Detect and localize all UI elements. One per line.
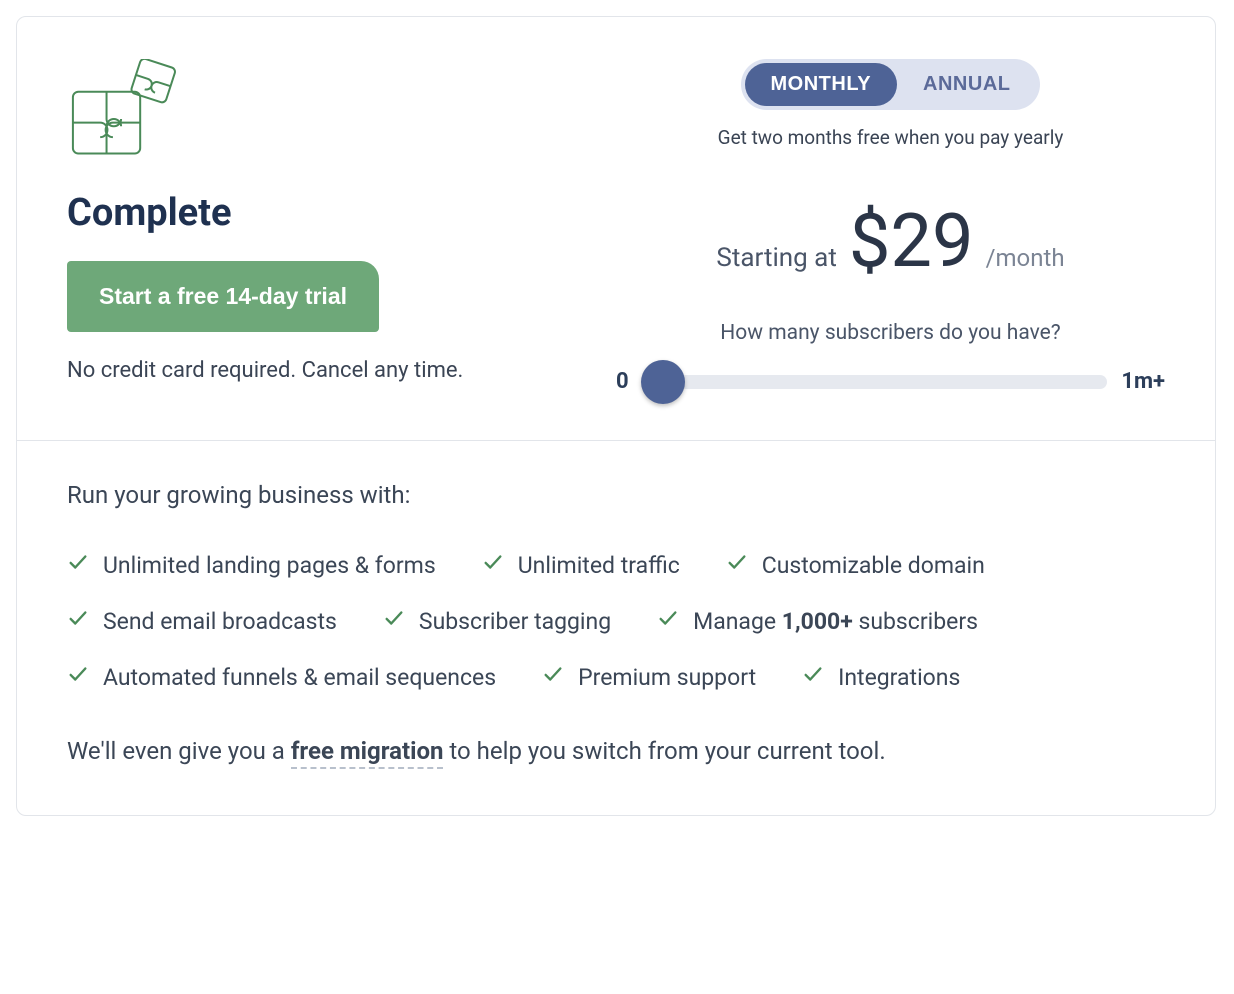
feature-label: Customizable domain: [762, 552, 985, 579]
migration-pre: We'll even give you a: [67, 737, 291, 765]
migration-post: to help you switch from your current too…: [443, 737, 885, 765]
feature-label: Unlimited traffic: [518, 552, 680, 579]
feature-label: Automated funnels & email sequences: [103, 664, 496, 691]
plan-title: Complete: [67, 191, 616, 235]
check-icon: [726, 551, 748, 579]
feature-item: Premium support: [542, 663, 756, 691]
billing-toggle-annual[interactable]: ANNUAL: [897, 63, 1036, 106]
feature-bold: 1,000+: [782, 608, 853, 635]
check-icon: [482, 551, 504, 579]
slider-max-label: 1m+: [1121, 369, 1165, 394]
feature-item: Automated funnels & email sequences: [67, 663, 496, 691]
trial-subtext: No credit card required. Cancel any time…: [67, 358, 616, 383]
feature-item: Customizable domain: [726, 551, 985, 579]
feature-label: Subscriber tagging: [419, 608, 611, 635]
pricing-controls: MONTHLY ANNUAL Get two months free when …: [616, 59, 1165, 394]
feature-item: Subscriber tagging: [383, 607, 611, 635]
annual-hint: Get two months free when you pay yearly: [718, 126, 1064, 149]
features-list: Unlimited landing pages & forms Unlimited…: [67, 523, 1165, 691]
feature-label: Manage 1,000+ subscribers: [693, 608, 978, 635]
billing-toggle: MONTHLY ANNUAL: [741, 59, 1041, 110]
subscriber-slider-label: How many subscribers do you have?: [720, 321, 1060, 345]
price-line: Starting at $29 /month: [716, 205, 1064, 279]
check-icon: [542, 663, 564, 691]
feature-label: Unlimited landing pages & forms: [103, 552, 436, 579]
feature-label: Integrations: [838, 664, 960, 691]
subscriber-slider: 0 1m+: [616, 369, 1165, 394]
slider-min-label: 0: [616, 369, 629, 394]
check-icon: [657, 607, 679, 635]
start-trial-button[interactable]: Start a free 14-day trial: [67, 261, 379, 332]
check-icon: [67, 551, 89, 579]
puzzle-icon: [67, 59, 616, 159]
feature-item: Manage 1,000+ subscribers: [657, 607, 978, 635]
feature-item: Send email broadcasts: [67, 607, 337, 635]
features-section: Run your growing business with: Unlimite…: [17, 441, 1215, 815]
price-amount: $29: [849, 205, 974, 279]
feature-item: Unlimited traffic: [482, 551, 680, 579]
feature-item: Unlimited landing pages & forms: [67, 551, 436, 579]
plan-header: Complete Start a free 14-day trial No cr…: [67, 59, 616, 394]
pricing-card: Complete Start a free 14-day trial No cr…: [16, 16, 1216, 816]
price-lead: Starting at: [716, 243, 836, 273]
feature-item: Integrations: [802, 663, 960, 691]
price-per: /month: [986, 244, 1065, 272]
subscriber-slider-thumb[interactable]: [641, 360, 685, 404]
subscriber-slider-track[interactable]: [643, 375, 1108, 389]
pricing-top-section: Complete Start a free 14-day trial No cr…: [17, 17, 1215, 440]
features-title: Run your growing business with:: [67, 481, 1165, 509]
billing-toggle-monthly[interactable]: MONTHLY: [745, 63, 898, 106]
check-icon: [67, 663, 89, 691]
check-icon: [802, 663, 824, 691]
feature-label: Send email broadcasts: [103, 608, 337, 635]
check-icon: [67, 607, 89, 635]
free-migration-link[interactable]: free migration: [291, 737, 444, 769]
migration-note: We'll even give you a free migration to …: [67, 737, 1165, 765]
feature-label: Premium support: [578, 664, 756, 691]
check-icon: [383, 607, 405, 635]
